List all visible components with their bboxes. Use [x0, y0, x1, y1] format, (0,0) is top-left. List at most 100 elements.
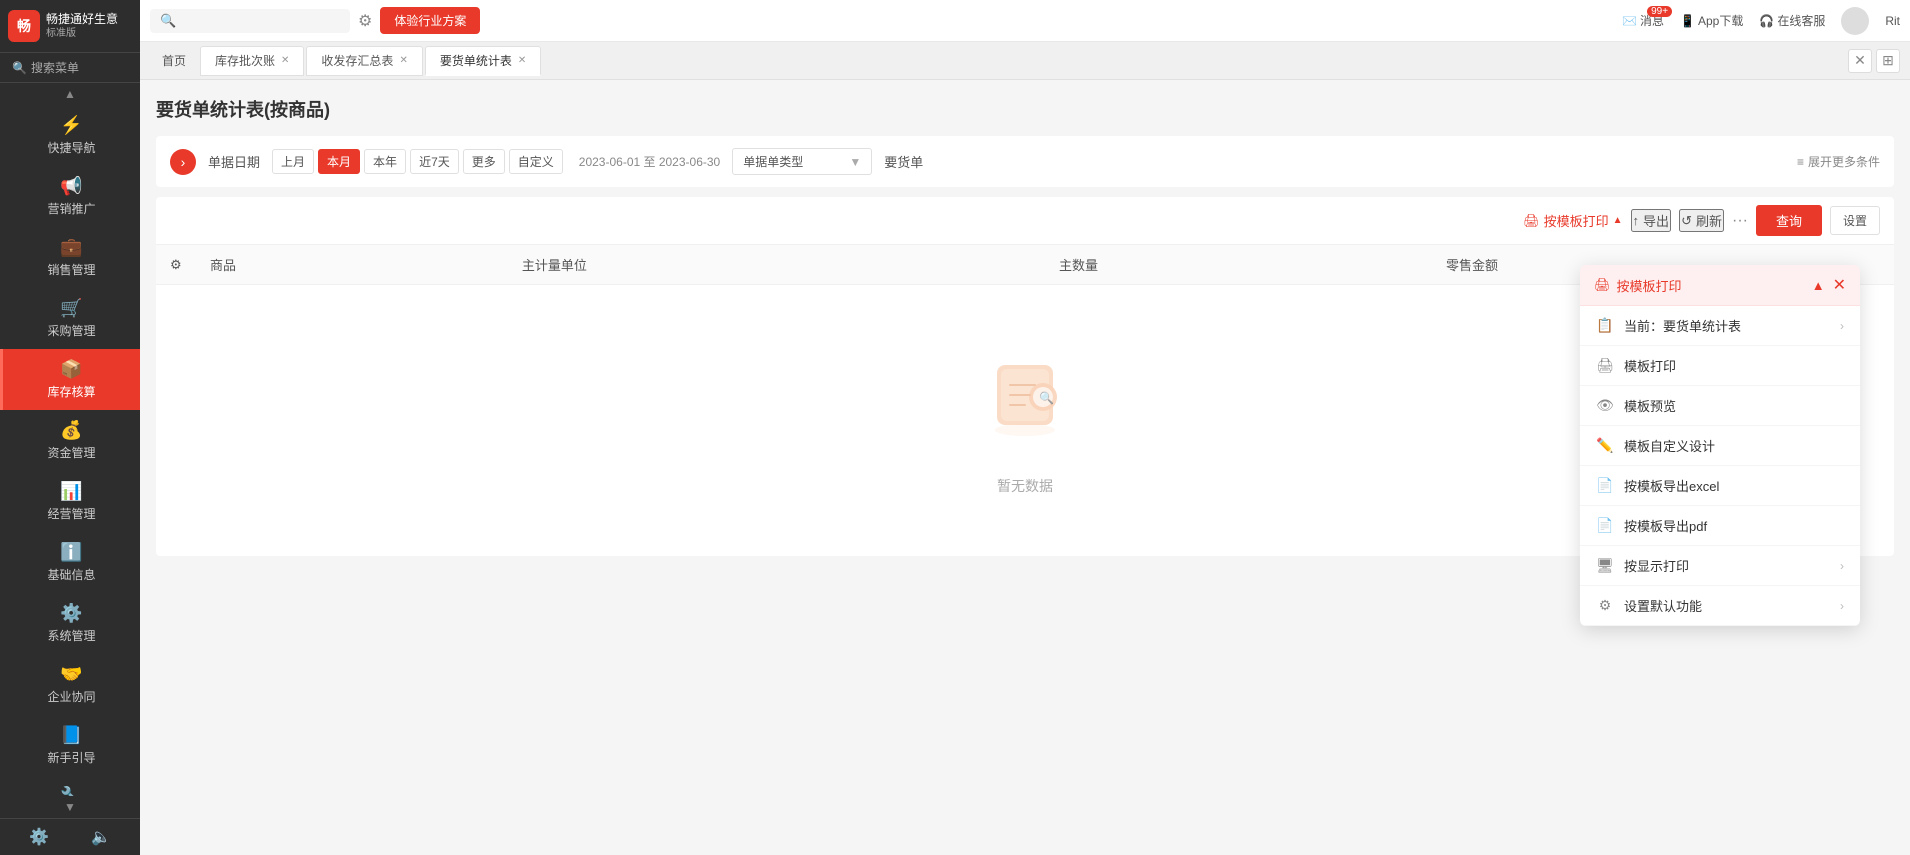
template-preview-icon: 👁 [1596, 397, 1614, 414]
sidebar-item-operations[interactable]: 📊 经营管理 [0, 471, 140, 532]
dropdown-header-right: ▲ ✕ [1812, 275, 1846, 295]
current-template-icon: 📋 [1596, 317, 1614, 334]
settings-footer-icon[interactable]: ⚙️ [29, 827, 49, 847]
sidebar-item-shortcuts[interactable]: ⚡ 快捷导航 [0, 105, 140, 166]
sidebar-item-finance[interactable]: 💰 资金管理 [0, 410, 140, 471]
sidebar-item-apps[interactable]: 🔧 应用中心 [0, 776, 140, 796]
sidebar-item-purchase[interactable]: 🛒 采购管理 [0, 288, 140, 349]
more-options-icon[interactable]: ··· [1732, 212, 1748, 230]
set-default-chevron-icon: › [1840, 599, 1844, 613]
dropdown-chevron-up-icon[interactable]: ▲ [1812, 278, 1825, 293]
sidebar-item-inventory[interactable]: 📦 库存核算 [0, 349, 140, 410]
tab-maximize-btn[interactable]: ⊞ [1876, 49, 1900, 73]
col-goods: 商品 [196, 245, 508, 285]
finance-icon: 💰 [60, 420, 82, 441]
purchase-icon: 🛒 [60, 298, 82, 319]
marketing-icon: 📢 [60, 176, 82, 197]
sidebar-scroll-up[interactable]: ▲ [0, 83, 140, 105]
date-btn-last-month[interactable]: 上月 [272, 149, 314, 174]
display-print-item[interactable]: 🖥 按显示打印 › [1580, 546, 1860, 586]
current-template-item[interactable]: 📋 当前：要货单统计表 › [1580, 306, 1860, 346]
table-settings-th[interactable]: ⚙ [156, 245, 196, 285]
export-btn[interactable]: ↑ 导出 [1631, 209, 1672, 232]
print-dropdown: 🖨 按模板打印 ▲ ✕ 📋 当前：要货单统计表 › 🖨 模板打印 [1580, 265, 1860, 626]
tab-home[interactable]: 首页 [150, 46, 198, 75]
template-print-item[interactable]: 🖨 模板打印 [1580, 346, 1860, 386]
date-btn-custom[interactable]: 自定义 [509, 149, 563, 174]
refresh-btn[interactable]: ↺ 刷新 [1679, 209, 1724, 232]
expand-icon: ≡ [1797, 155, 1804, 169]
date-btn-more[interactable]: 更多 [463, 149, 505, 174]
topbar-search-box[interactable]: 🔍 [150, 9, 350, 33]
dropdown-close-icon[interactable]: ✕ [1833, 275, 1846, 295]
col-unit: 主计量单位 [508, 245, 1045, 285]
inventory-icon: 📦 [60, 359, 82, 380]
printer-icon: 🖨 [1523, 213, 1540, 229]
set-default-icon: ⚙ [1596, 597, 1614, 614]
online-service-btn[interactable]: 🎧 在线客服 [1759, 12, 1825, 29]
apps-icon: 🔧 [60, 786, 82, 796]
template-export-pdf-item[interactable]: 📄 按模板导出pdf [1580, 506, 1860, 546]
app-download-btn[interactable]: 📱 App下载 [1680, 12, 1743, 29]
svg-text:🔍: 🔍 [1039, 390, 1054, 405]
date-buttons: 上月 本月 本年 近7天 更多 自定义 [272, 149, 563, 174]
tab-close-order-statistics[interactable]: ✕ [518, 55, 526, 66]
shortcuts-icon: ⚡ [60, 115, 82, 136]
sidebar-item-system[interactable]: ⚙️ 系统管理 [0, 593, 140, 654]
print-template-btn[interactable]: 🖨 按模板打印 ▲ [1523, 211, 1622, 230]
query-btn[interactable]: 查询 [1756, 205, 1822, 236]
type-filter-select[interactable]: 单据单类型 ▼ [732, 148, 872, 175]
filter-toggle-btn[interactable]: › [170, 149, 196, 175]
tab-order-statistics[interactable]: 要货单统计表 ✕ [425, 46, 541, 76]
volume-footer-icon[interactable]: 🔈 [91, 827, 111, 847]
sidebar-item-collab[interactable]: 🤝 企业协同 [0, 654, 140, 715]
sales-icon: 💼 [60, 237, 82, 258]
tab-close-stock-summary[interactable]: ✕ [399, 55, 407, 66]
table-settings-icon[interactable]: ⚙ [170, 257, 182, 272]
messages-btn[interactable]: ✉️ 消息 99+ [1622, 12, 1664, 29]
page-title: 要货单统计表(按商品) [156, 96, 1894, 122]
sidebar-item-sales[interactable]: 💼 销售管理 [0, 227, 140, 288]
sidebar-item-basics[interactable]: ℹ️ 基础信息 [0, 532, 140, 593]
username-label[interactable]: Rit [1885, 14, 1900, 28]
user-avatar[interactable] [1841, 7, 1869, 35]
search-icon: 🔍 [12, 61, 27, 75]
export-icon: ↑ [1633, 213, 1640, 228]
display-print-left: 🖥 按显示打印 [1596, 556, 1689, 575]
trial-button[interactable]: 体验行业方案 [380, 7, 480, 34]
dropdown-title: 🖨 按模板打印 [1594, 276, 1682, 295]
main-content: 🔍 ⚙ 体验行业方案 ✉️ 消息 99+ 📱 App下载 🎧 在线客服 Rit [140, 0, 1910, 855]
date-btn-7days[interactable]: 近7天 [410, 149, 459, 174]
tab-close-all-btn[interactable]: ✕ [1848, 49, 1872, 73]
sidebar-scroll-down[interactable]: ▼ [0, 796, 140, 818]
dropdown-header: 🖨 按模板打印 ▲ ✕ [1580, 265, 1860, 306]
display-print-icon: 🖥 [1596, 557, 1614, 574]
empty-illustration: 🔍 [975, 345, 1075, 464]
template-export-excel-item[interactable]: 📄 按模板导出excel [1580, 466, 1860, 506]
date-btn-this-month[interactable]: 本月 [318, 149, 360, 174]
settings-btn[interactable]: 设置 [1830, 206, 1880, 235]
expand-filter-btn[interactable]: ≡ 展开更多条件 [1797, 153, 1880, 170]
headset-icon: 🎧 [1759, 14, 1774, 28]
basics-icon: ℹ️ [60, 542, 82, 563]
topbar-gear-icon[interactable]: ⚙ [358, 11, 372, 31]
date-btn-this-year[interactable]: 本年 [364, 149, 406, 174]
date-range-text: 2023-06-01 至 2023-06-30 [579, 153, 720, 170]
sidebar-footer: ⚙️ 🔈 [0, 818, 140, 855]
topbar-search-input[interactable] [180, 14, 320, 28]
scroll-up-icon[interactable]: ▲ [64, 87, 76, 101]
col-quantity: 主数量 [1045, 245, 1432, 285]
app-name-text: 畅捷通好生意 标准版 [46, 12, 118, 41]
set-default-item[interactable]: ⚙ 设置默认功能 › [1580, 586, 1860, 626]
sidebar-item-marketing[interactable]: 📢 营销推广 [0, 166, 140, 227]
sidebar-item-guide[interactable]: 📘 新手引导 [0, 715, 140, 776]
template-preview-item[interactable]: 👁 模板预览 [1580, 386, 1860, 426]
tab-stock-summary[interactable]: 收发存汇总表 ✕ [306, 46, 422, 76]
tab-inventory-batch[interactable]: 库存批次账 ✕ [200, 46, 304, 76]
goods-type-label: 要货单 [884, 152, 923, 171]
template-design-item[interactable]: ✏️ 模板自定义设计 [1580, 426, 1860, 466]
tab-close-inventory-batch[interactable]: ✕ [281, 55, 289, 66]
sidebar-search[interactable]: 🔍 搜索菜单 [0, 53, 140, 83]
scroll-down-icon[interactable]: ▼ [64, 800, 76, 814]
empty-text: 暂无数据 [997, 476, 1053, 496]
